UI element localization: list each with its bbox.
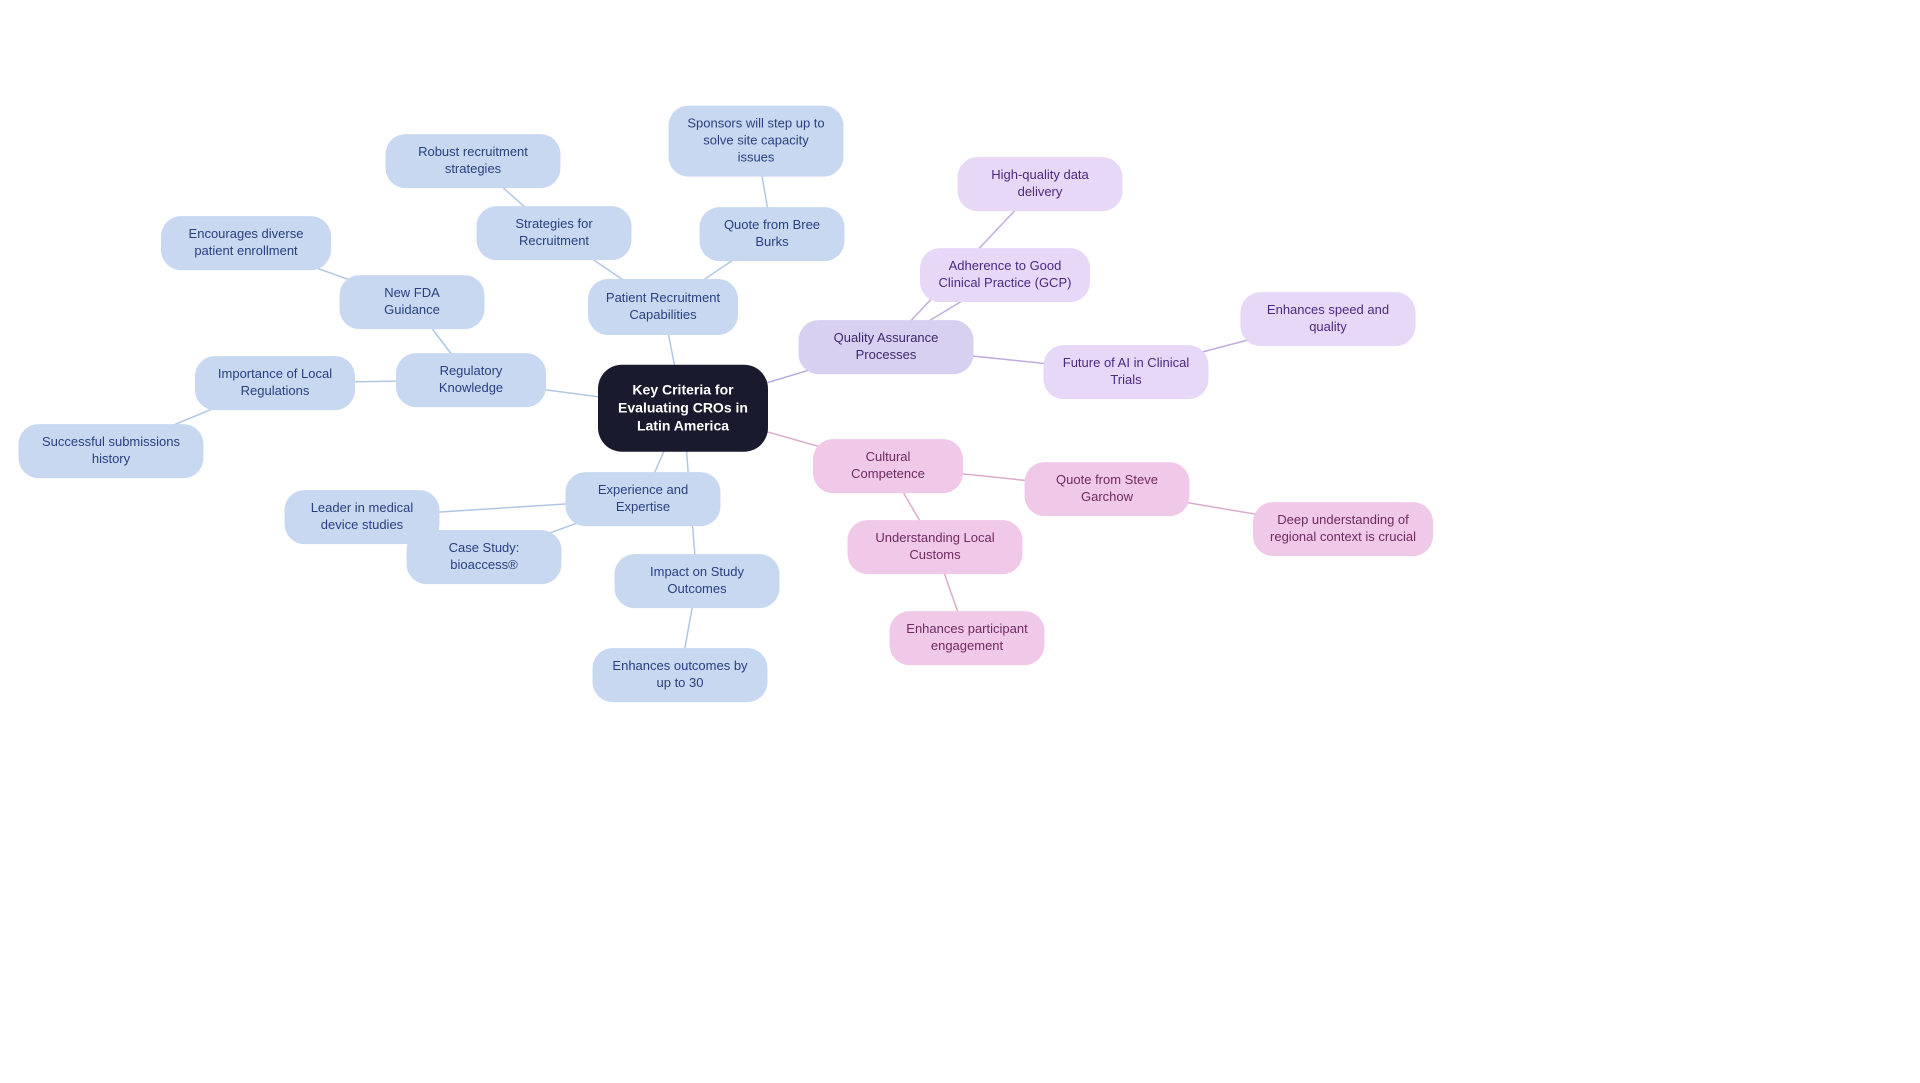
node-label-case-study-bioaccess: Case Study: bioaccess®	[423, 540, 546, 574]
node-enhances-speed-quality[interactable]: Enhances speed and quality	[1241, 292, 1416, 346]
node-understanding-local-customs[interactable]: Understanding Local Customs	[848, 520, 1023, 574]
node-label-quote-steve-garchow: Quote from Steve Garchow	[1041, 472, 1174, 506]
node-enhances-participant[interactable]: Enhances participant engagement	[890, 611, 1045, 665]
node-label-leader-medical-device: Leader in medical device studies	[301, 500, 424, 534]
node-future-ai[interactable]: Future of AI in Clinical Trials	[1044, 345, 1209, 399]
node-label-patient-recruitment: Patient Recruitment Capabilities	[604, 290, 722, 324]
node-encourages-diverse[interactable]: Encourages diverse patient enrollment	[161, 216, 331, 270]
node-label-successful-submissions: Successful submissions history	[35, 434, 188, 468]
node-label-encourages-diverse: Encourages diverse patient enrollment	[177, 226, 315, 260]
node-quote-steve-garchow[interactable]: Quote from Steve Garchow	[1025, 462, 1190, 516]
node-label-impact-study-outcomes: Impact on Study Outcomes	[631, 564, 764, 598]
node-impact-study-outcomes[interactable]: Impact on Study Outcomes	[615, 554, 780, 608]
node-label-experience-expertise: Experience and Expertise	[582, 482, 705, 516]
node-case-study-bioaccess[interactable]: Case Study: bioaccess®	[407, 530, 562, 584]
node-label-future-ai: Future of AI in Clinical Trials	[1060, 355, 1193, 389]
node-strategies-recruitment[interactable]: Strategies for Recruitment	[477, 206, 632, 260]
node-importance-local-regulations[interactable]: Importance of Local Regulations	[195, 356, 355, 410]
node-label-deep-understanding: Deep understanding of regional context i…	[1269, 512, 1417, 546]
node-high-quality-data[interactable]: High-quality data delivery	[958, 157, 1123, 211]
node-label-cultural-competence: Cultural Competence	[829, 449, 947, 483]
node-label-strategies-recruitment: Strategies for Recruitment	[493, 216, 616, 250]
node-sponsors-step-up[interactable]: Sponsors will step up to solve site capa…	[669, 106, 844, 177]
node-label-understanding-local-customs: Understanding Local Customs	[864, 530, 1007, 564]
node-cultural-competence[interactable]: Cultural Competence	[813, 439, 963, 493]
node-robust-recruitment[interactable]: Robust recruitment strategies	[386, 134, 561, 188]
node-new-fda-guidance[interactable]: New FDA Guidance	[340, 275, 485, 329]
node-center[interactable]: Key Criteria for Evaluating CROs in Lati…	[598, 365, 768, 452]
node-label-sponsors-step-up: Sponsors will step up to solve site capa…	[685, 116, 828, 167]
node-label-enhances-speed-quality: Enhances speed and quality	[1257, 302, 1400, 336]
node-label-quote-bree-burks: Quote from Bree Burks	[716, 217, 829, 251]
node-label-enhances-participant: Enhances participant engagement	[906, 621, 1029, 655]
node-label-high-quality-data: High-quality data delivery	[974, 167, 1107, 201]
node-deep-understanding[interactable]: Deep understanding of regional context i…	[1253, 502, 1433, 556]
node-label-importance-local-regulations: Importance of Local Regulations	[211, 366, 339, 400]
node-label-robust-recruitment: Robust recruitment strategies	[402, 144, 545, 178]
node-experience-expertise[interactable]: Experience and Expertise	[566, 472, 721, 526]
node-label-adherence-gcp: Adherence to Good Clinical Practice (GCP…	[936, 258, 1074, 292]
node-patient-recruitment[interactable]: Patient Recruitment Capabilities	[588, 279, 738, 335]
node-enhances-outcomes[interactable]: Enhances outcomes by up to 30	[593, 648, 768, 702]
node-successful-submissions[interactable]: Successful submissions history	[19, 424, 204, 478]
node-label-regulatory-knowledge: Regulatory Knowledge	[412, 363, 530, 397]
node-adherence-gcp[interactable]: Adherence to Good Clinical Practice (GCP…	[920, 248, 1090, 302]
node-regulatory-knowledge[interactable]: Regulatory Knowledge	[396, 353, 546, 407]
node-quote-bree-burks[interactable]: Quote from Bree Burks	[700, 207, 845, 261]
node-quality-assurance[interactable]: Quality Assurance Processes	[799, 320, 974, 374]
node-label-center: Key Criteria for Evaluating CROs in Lati…	[618, 381, 748, 436]
node-label-enhances-outcomes: Enhances outcomes by up to 30	[609, 658, 752, 692]
mindmap-canvas: Key Criteria for Evaluating CROs in Lati…	[0, 0, 1920, 1083]
node-label-new-fda-guidance: New FDA Guidance	[356, 285, 469, 319]
node-label-quality-assurance: Quality Assurance Processes	[815, 330, 958, 364]
